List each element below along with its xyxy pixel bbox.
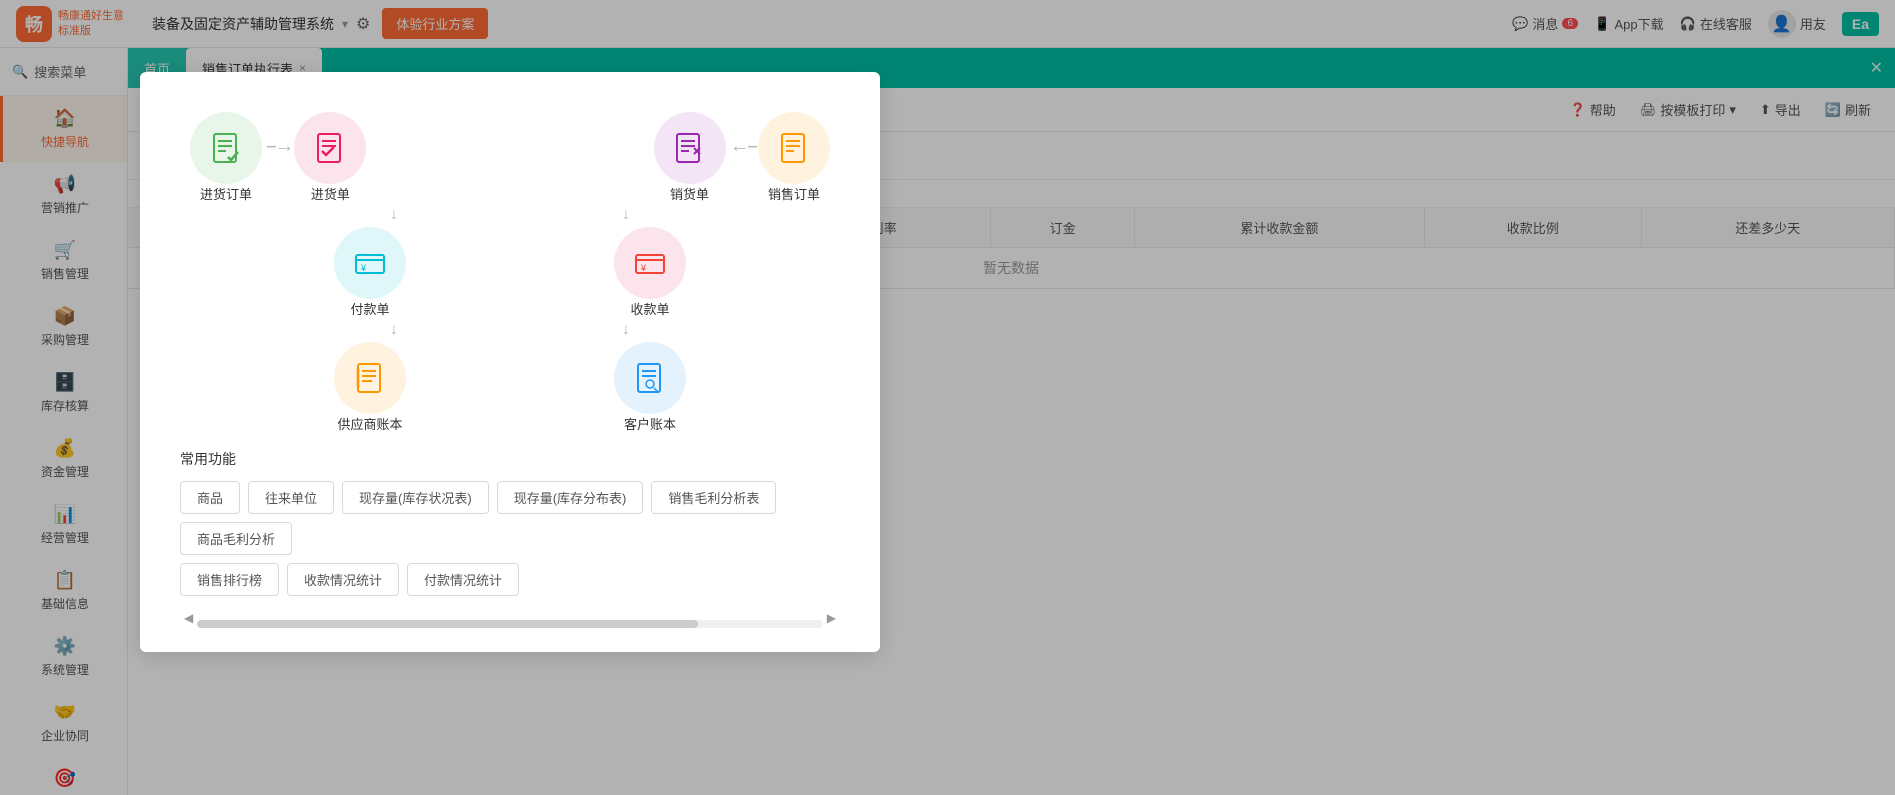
common-btn-inventory-status[interactable]: 现存量(库存状况表) — [342, 481, 489, 514]
sales-bill-icon — [654, 112, 726, 184]
arrow-down-supplier: ↓ — [334, 318, 454, 342]
purchase-order-node: 进货订单 — [190, 112, 262, 203]
scrollbar-thumb — [197, 620, 697, 628]
modal-scroll-area: ◀ ▶ — [180, 604, 840, 632]
customer-ledger-node: 客户账本 — [614, 342, 686, 433]
common-btn-sales-ranking[interactable]: 销售排行榜 — [180, 563, 279, 596]
arrow-down-payment: ↓ — [334, 203, 454, 227]
sales-order-node: 销售订单 — [758, 112, 830, 203]
modal-scrollbar[interactable] — [197, 620, 823, 628]
purchase-order-icon — [190, 112, 262, 184]
common-btn-sales-profit[interactable]: 销售毛利分析表 — [651, 481, 776, 514]
supplier-ledger-node: 供应商账本 — [334, 342, 406, 433]
common-btn-product[interactable]: 商品 — [180, 481, 240, 514]
common-btn-contacts[interactable]: 往来单位 — [248, 481, 334, 514]
svg-text:¥: ¥ — [360, 263, 367, 273]
common-functions-section: 常用功能 商品 往来单位 现存量(库存状况表) 现存量(库存分布表) 销售毛利分… — [180, 449, 840, 596]
svg-text:¥: ¥ — [640, 263, 647, 273]
payment-bill-node: ¥ 付款单 — [334, 227, 406, 318]
purchase-bill-node: 进货单 — [294, 112, 366, 203]
payment-bill-icon: ¥ — [334, 227, 406, 299]
scroll-left-arrow[interactable]: ◀ — [180, 611, 197, 625]
flow-modal: 进货订单 - - → 进货单 — [140, 72, 880, 652]
customer-ledger-icon — [614, 342, 686, 414]
common-btn-payment-stats[interactable]: 付款情况统计 — [407, 563, 519, 596]
arrow-down-receipt: ↓ — [566, 203, 686, 227]
common-buttons-row-2: 销售排行榜 收款情况统计 付款情况统计 — [180, 563, 840, 596]
common-section-title: 常用功能 — [180, 449, 840, 469]
arrow-down-customer: ↓ — [566, 318, 686, 342]
common-buttons-row-1: 商品 往来单位 现存量(库存状况表) 现存量(库存分布表) 销售毛利分析表 商品… — [180, 481, 840, 555]
common-btn-product-profit[interactable]: 商品毛利分析 — [180, 522, 292, 555]
sales-order-icon — [758, 112, 830, 184]
receipt-bill-icon: ¥ — [614, 227, 686, 299]
purchase-bill-icon — [294, 112, 366, 184]
common-btn-receipt-stats[interactable]: 收款情况统计 — [287, 563, 399, 596]
sales-bill-node: 销货单 — [654, 112, 726, 203]
scroll-right-arrow[interactable]: ▶ — [823, 611, 840, 625]
supplier-ledger-icon — [334, 342, 406, 414]
receipt-bill-node: ¥ 收款单 — [614, 227, 686, 318]
common-btn-inventory-dist[interactable]: 现存量(库存分布表) — [497, 481, 644, 514]
flow-diagram: 进货订单 - - → 进货单 — [180, 102, 840, 433]
